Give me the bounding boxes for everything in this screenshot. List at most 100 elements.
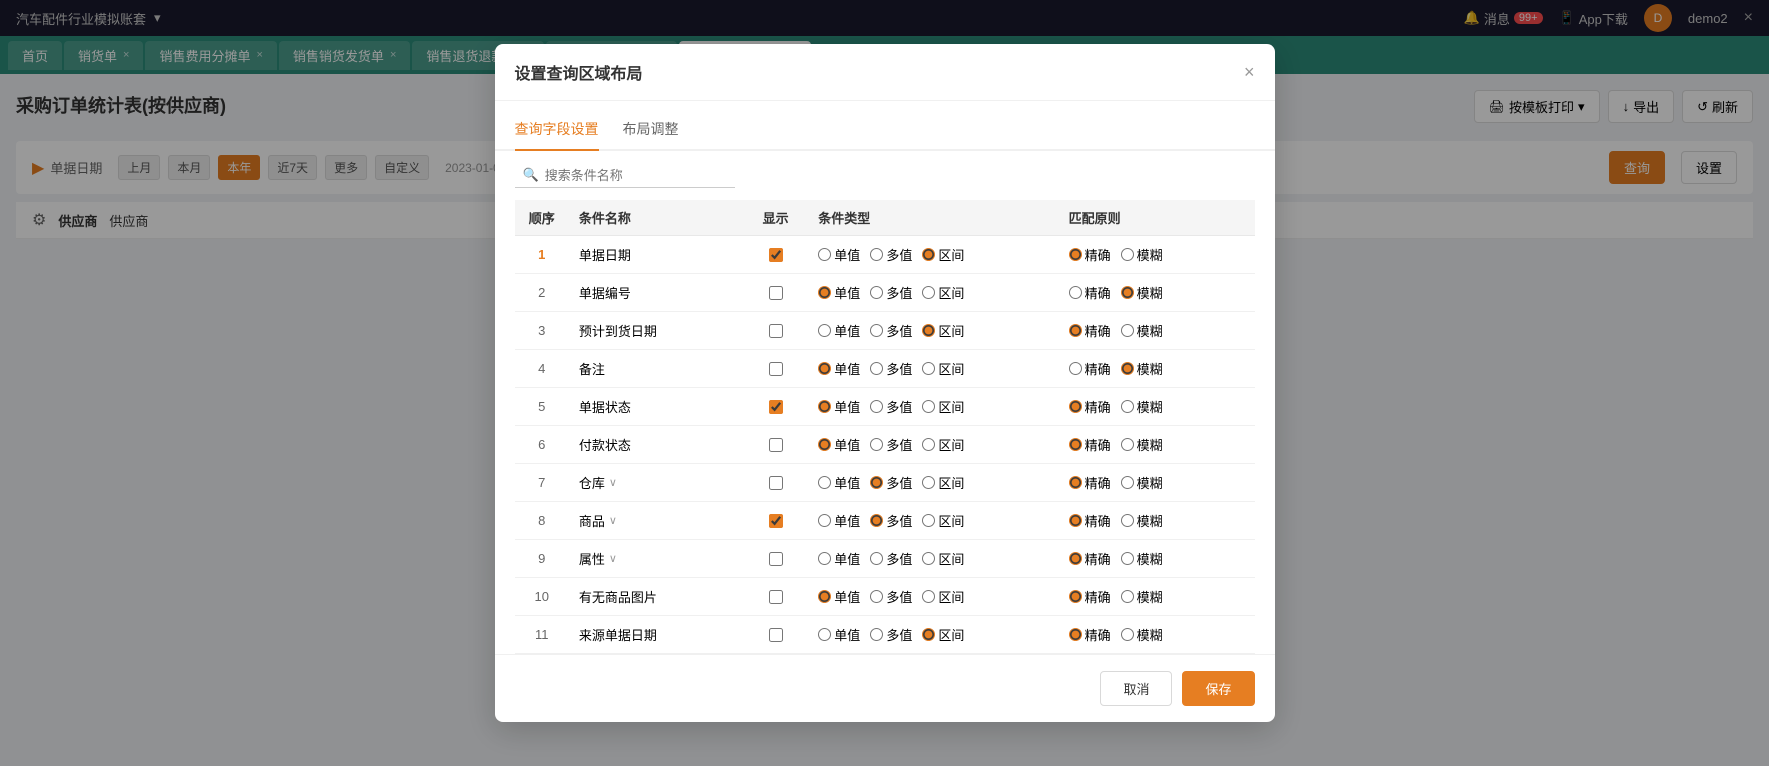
radio-rule-fuzzy[interactable]: 模糊 — [1121, 321, 1163, 340]
radio-type-range[interactable]: 区间 — [922, 587, 964, 606]
radio-type-range[interactable]: 区间 — [922, 549, 964, 568]
cell-display — [743, 578, 808, 616]
table-row: 1单据日期 单值多值区间 精确模糊 — [515, 236, 1255, 274]
radio-rule-fuzzy[interactable]: 模糊 — [1121, 359, 1163, 378]
cell-order: 11 — [515, 616, 569, 654]
search-input[interactable] — [545, 168, 727, 183]
radio-rule-exact[interactable]: 精确 — [1069, 549, 1111, 568]
col-order: 顺序 — [515, 200, 569, 236]
radio-type-multi[interactable]: 多值 — [870, 397, 912, 416]
radio-type-range[interactable]: 区间 — [922, 435, 964, 454]
search-input-wrap: 🔍 — [515, 163, 735, 188]
display-checkbox[interactable] — [769, 248, 783, 262]
radio-type-range[interactable]: 区间 — [922, 245, 964, 264]
radio-rule-exact[interactable]: 精确 — [1069, 473, 1111, 492]
cell-match-rule: 精确模糊 — [1059, 540, 1255, 578]
radio-rule-exact[interactable]: 精确 — [1069, 587, 1111, 606]
radio-rule-fuzzy[interactable]: 模糊 — [1121, 283, 1163, 302]
display-checkbox[interactable] — [769, 324, 783, 338]
chevron-down-icon: ∨ — [609, 514, 617, 527]
radio-type-range[interactable]: 区间 — [922, 359, 964, 378]
radio-type-single[interactable]: 单值 — [818, 359, 860, 378]
table-row: 6付款状态单值多值区间精确模糊 — [515, 426, 1255, 464]
cancel-btn[interactable]: 取消 — [1100, 671, 1172, 706]
radio-type-multi[interactable]: 多值 — [870, 473, 912, 492]
cell-display — [743, 274, 808, 312]
radio-rule-exact[interactable]: 精确 — [1069, 625, 1111, 644]
display-checkbox[interactable] — [769, 438, 783, 452]
cell-cond-type: 单值多值区间 — [808, 464, 1058, 502]
tab-field-settings[interactable]: 查询字段设置 — [515, 113, 599, 151]
radio-rule-exact[interactable]: 精确 — [1069, 397, 1111, 416]
radio-rule-fuzzy[interactable]: 模糊 — [1121, 435, 1163, 454]
cell-order: 3 — [515, 312, 569, 350]
cell-cond-type: 单值多值区间 — [808, 616, 1058, 654]
radio-type-single[interactable]: 单值 — [818, 549, 860, 568]
display-checkbox[interactable] — [769, 628, 783, 642]
cell-order: 5 — [515, 388, 569, 426]
display-checkbox[interactable] — [769, 400, 783, 414]
radio-rule-fuzzy[interactable]: 模糊 — [1121, 549, 1163, 568]
cell-display — [743, 388, 808, 426]
dialog-close-btn[interactable]: × — [1244, 63, 1255, 81]
radio-rule-exact[interactable]: 精确 — [1069, 359, 1111, 378]
tab-layout-adjust[interactable]: 布局调整 — [623, 113, 679, 151]
radio-type-multi[interactable]: 多值 — [870, 549, 912, 568]
radio-type-multi[interactable]: 多值 — [870, 587, 912, 606]
cell-cond-type: 单值多值区间 — [808, 502, 1058, 540]
radio-rule-fuzzy[interactable]: 模糊 — [1121, 397, 1163, 416]
radio-type-range[interactable]: 区间 — [922, 397, 964, 416]
cell-display — [743, 502, 808, 540]
radio-type-multi[interactable]: 多值 — [870, 359, 912, 378]
cell-cond-name: 单据状态 — [569, 388, 743, 426]
radio-type-single[interactable]: 单值 — [818, 321, 860, 340]
display-checkbox[interactable] — [769, 362, 783, 376]
radio-type-multi[interactable]: 多值 — [870, 321, 912, 340]
cell-order: 4 — [515, 350, 569, 388]
radio-type-single[interactable]: 单值 — [818, 625, 860, 644]
radio-type-range[interactable]: 区间 — [922, 511, 964, 530]
save-btn[interactable]: 保存 — [1182, 671, 1254, 706]
radio-rule-fuzzy[interactable]: 模糊 — [1121, 473, 1163, 492]
cell-order: 7 — [515, 464, 569, 502]
radio-rule-fuzzy[interactable]: 模糊 — [1121, 245, 1163, 264]
display-checkbox[interactable] — [769, 286, 783, 300]
radio-type-range[interactable]: 区间 — [922, 473, 964, 492]
cell-match-rule: 精确模糊 — [1059, 274, 1255, 312]
radio-type-single[interactable]: 单值 — [818, 435, 860, 454]
cell-cond-type: 单值多值区间 — [808, 540, 1058, 578]
radio-type-single[interactable]: 单值 — [818, 473, 860, 492]
cell-order: 1 — [515, 236, 569, 274]
radio-type-range[interactable]: 区间 — [922, 283, 964, 302]
cell-display — [743, 312, 808, 350]
radio-rule-fuzzy[interactable]: 模糊 — [1121, 587, 1163, 606]
radio-type-range[interactable]: 区间 — [922, 321, 964, 340]
table-row: 5单据状态 单值多值区间 精确模糊 — [515, 388, 1255, 426]
radio-type-multi[interactable]: 多值 — [870, 245, 912, 264]
display-checkbox[interactable] — [769, 552, 783, 566]
radio-type-multi[interactable]: 多值 — [870, 283, 912, 302]
radio-type-single[interactable]: 单值 — [818, 283, 860, 302]
col-display: 显示 — [743, 200, 808, 236]
display-checkbox[interactable] — [769, 476, 783, 490]
cell-match-rule: 精确模糊 — [1059, 578, 1255, 616]
cell-cond-name: 商品 ∨ — [569, 502, 743, 540]
cell-cond-name: 单据日期 — [569, 236, 743, 274]
radio-type-single[interactable]: 单值 — [818, 587, 860, 606]
radio-rule-exact[interactable]: 精确 — [1069, 283, 1111, 302]
radio-rule-exact[interactable]: 精确 — [1069, 435, 1111, 454]
display-checkbox[interactable] — [769, 590, 783, 604]
radio-type-single[interactable]: 单值 — [818, 397, 860, 416]
radio-type-multi[interactable]: 多值 — [870, 625, 912, 644]
radio-rule-fuzzy[interactable]: 模糊 — [1121, 625, 1163, 644]
radio-type-multi[interactable]: 多值 — [870, 435, 912, 454]
radio-type-single[interactable]: 单值 — [818, 245, 860, 264]
radio-type-range[interactable]: 区间 — [922, 625, 964, 644]
display-checkbox[interactable] — [769, 514, 783, 528]
radio-rule-fuzzy[interactable]: 模糊 — [1121, 511, 1163, 530]
radio-rule-exact[interactable]: 精确 — [1069, 511, 1111, 530]
radio-type-single[interactable]: 单值 — [818, 511, 860, 530]
radio-rule-exact[interactable]: 精确 — [1069, 245, 1111, 264]
radio-type-multi[interactable]: 多值 — [870, 511, 912, 530]
radio-rule-exact[interactable]: 精确 — [1069, 321, 1111, 340]
